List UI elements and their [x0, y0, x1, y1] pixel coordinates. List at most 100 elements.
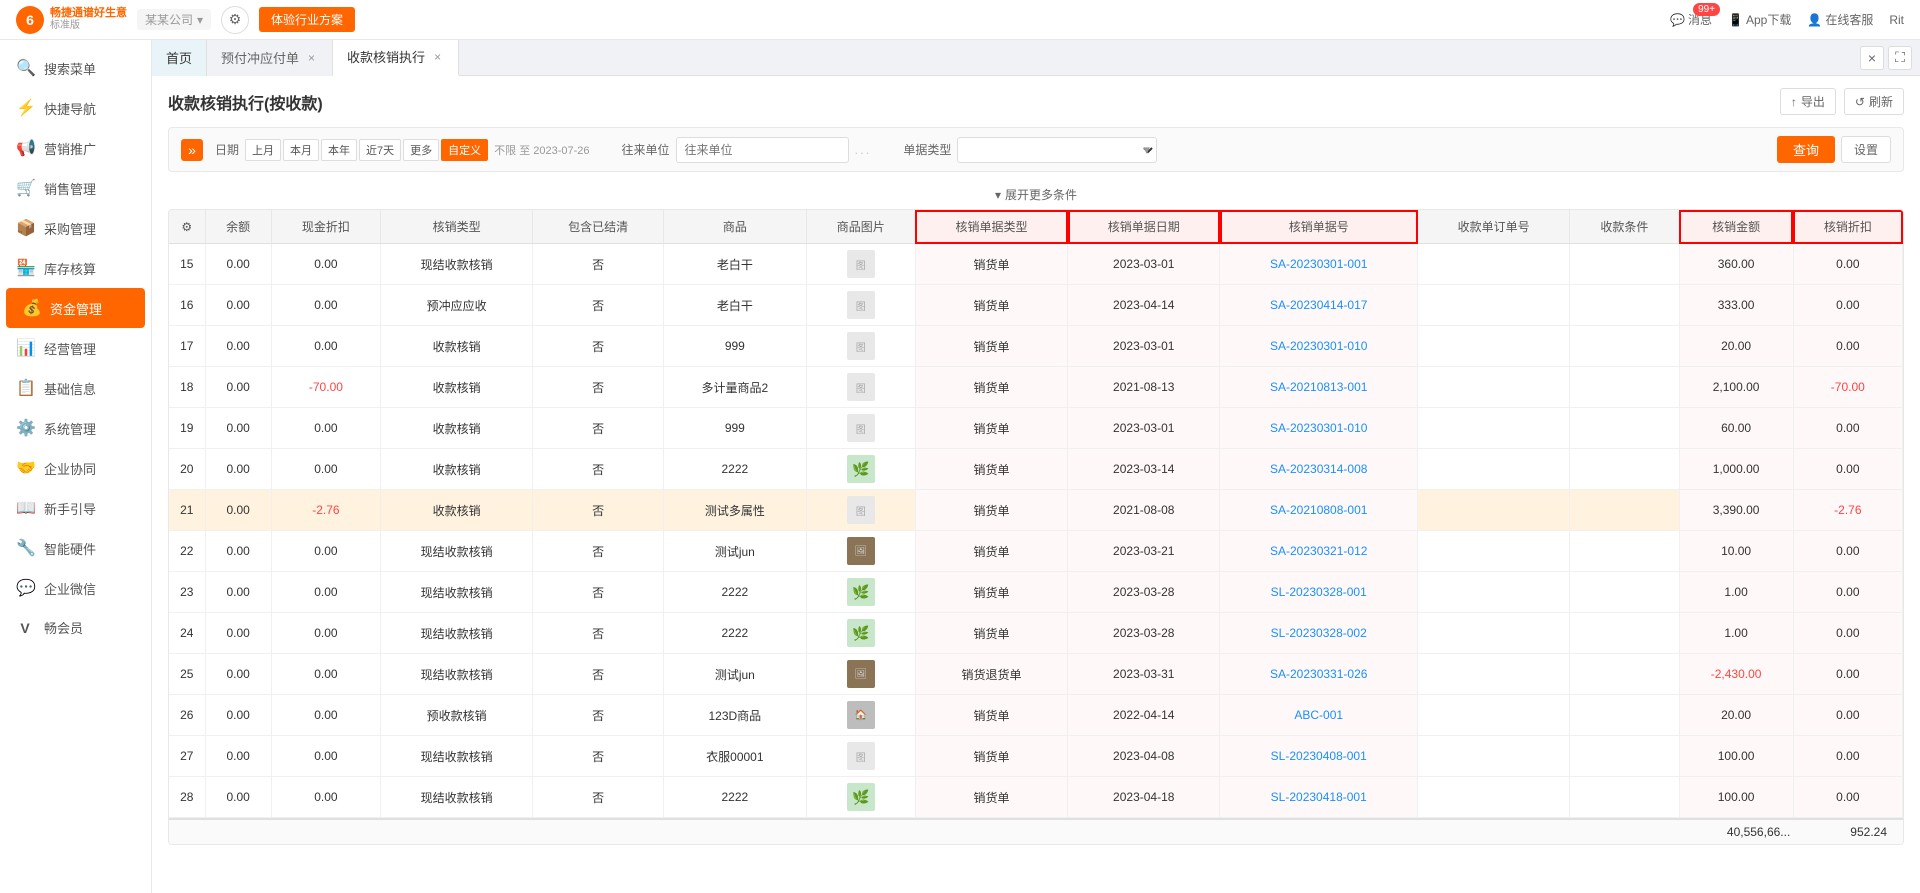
sidebar-item-system[interactable]: ⚙️ 系统管理 — [0, 408, 151, 448]
bill-no-link[interactable]: SA-20210808-001 — [1270, 503, 1367, 517]
partner-dots: ... — [855, 142, 872, 157]
row-cash-discount: 0.00 — [271, 613, 380, 654]
query-button[interactable]: 查询 — [1777, 136, 1835, 163]
row-bill-date: 2023-04-08 — [1068, 736, 1220, 777]
date-btn-this-month[interactable]: 本月 — [283, 139, 319, 161]
refresh-button[interactable]: ↺ 刷新 — [1844, 88, 1904, 115]
row-type: 收款核销 — [381, 449, 533, 490]
date-btn-this-year[interactable]: 本年 — [321, 139, 357, 161]
sidebar-item-guide[interactable]: 📖 新手引导 — [0, 488, 151, 528]
sidebar-item-inventory[interactable]: 🏪 库存核算 — [0, 248, 151, 288]
bill-no-link[interactable]: SL-20230408-001 — [1271, 749, 1367, 763]
table-wrapper[interactable]: ⚙ 余额 现金折扣 核销类型 包含已结清 商品 商品图片 核销单据类型 核销单据… — [168, 209, 1904, 845]
sidebar-item-wechat[interactable]: 💬 企业微信 — [0, 568, 151, 608]
sidebar-item-shortcut[interactable]: ⚡ 快捷导航 — [0, 88, 151, 128]
company-name: 某某公司 — [145, 11, 193, 28]
date-btn-more[interactable]: 更多 — [403, 139, 439, 161]
sidebar-label-collab: 企业协同 — [44, 459, 96, 478]
wechat-icon: 💬 — [16, 578, 34, 598]
sidebar-item-sales[interactable]: 🛒 销售管理 — [0, 168, 151, 208]
sidebar-item-finance[interactable]: 💰 资金管理 — [6, 288, 145, 328]
row-bill-date: 2021-08-13 — [1068, 367, 1220, 408]
col-settings[interactable]: ⚙ — [169, 210, 205, 244]
row-goods: 测试jun — [663, 531, 806, 572]
bill-no-link[interactable]: SA-20210813-001 — [1270, 380, 1367, 394]
date-btn-custom[interactable]: 自定义 — [441, 139, 488, 161]
row-order-no — [1418, 490, 1570, 531]
row-no: 20 — [169, 449, 205, 490]
billtype-select[interactable] — [957, 137, 1157, 163]
filter-bar: » 日期 上月 本月 本年 近7天 更多 自定义 不限 至 20 — [168, 127, 1904, 172]
tab-expand-button[interactable]: ⛶ — [1888, 46, 1912, 70]
sidebar-item-member[interactable]: V 畅会员 — [0, 608, 151, 647]
billtype-label: 单据类型 — [903, 141, 951, 158]
tab-close-all-button[interactable]: × — [1860, 46, 1884, 70]
tab-payment-close[interactable]: × — [431, 49, 444, 65]
tab-prepaid-close[interactable]: × — [305, 50, 318, 66]
user-profile[interactable]: Rit — [1889, 13, 1904, 27]
bill-no-link[interactable]: SA-20230321-012 — [1270, 544, 1367, 558]
row-amount: 333.00 — [1679, 285, 1793, 326]
row-bill-type: 销货单 — [915, 490, 1067, 531]
sidebar-item-basic[interactable]: 📋 基础信息 — [0, 368, 151, 408]
export-button[interactable]: ↑ 导出 — [1780, 88, 1836, 115]
date-range-display: 不限 至 2023-07-26 — [494, 142, 589, 158]
bill-no-link[interactable]: SA-20230301-010 — [1270, 339, 1367, 353]
row-included: 否 — [533, 408, 664, 449]
col-bill-no: 核销单据号 — [1220, 210, 1418, 244]
tab-bar: 首页 预付冲应付单 × 收款核销执行 × × ⛶ — [152, 40, 1920, 76]
industry-button[interactable]: 体验行业方案 — [259, 7, 355, 32]
sidebar-item-search[interactable]: 🔍 搜索菜单 — [0, 48, 151, 88]
date-btn-7days[interactable]: 近7天 — [359, 139, 401, 161]
app-download-button[interactable]: 📱 App下载 — [1728, 11, 1791, 28]
bill-no-link[interactable]: SA-20230301-001 — [1270, 257, 1367, 271]
bill-no-link[interactable]: ABC-001 — [1294, 708, 1343, 722]
tab-payment-verify[interactable]: 收款核销执行 × — [333, 40, 459, 76]
col-bill-type: 核销单据类型 — [915, 210, 1067, 244]
sidebar-item-marketing[interactable]: 📢 营销推广 — [0, 128, 151, 168]
date-btn-last-month[interactable]: 上月 — [245, 139, 281, 161]
bill-no-link[interactable]: SA-20230314-008 — [1270, 462, 1367, 476]
bill-no-link[interactable]: SA-20230331-026 — [1270, 667, 1367, 681]
sidebar: 🔍 搜索菜单 ⚡ 快捷导航 📢 营销推广 🛒 销售管理 📦 采购管理 🏪 库存核… — [0, 40, 152, 893]
goods-img: 图 — [847, 414, 875, 442]
partner-input[interactable] — [676, 137, 849, 163]
refresh-label: 刷新 — [1869, 93, 1893, 110]
sidebar-item-collab[interactable]: 🤝 企业协同 — [0, 448, 151, 488]
sidebar-item-purchase[interactable]: 📦 采购管理 — [0, 208, 151, 248]
sidebar-item-hardware[interactable]: 🔧 智能硬件 — [0, 528, 151, 568]
row-amount: 1.00 — [1679, 572, 1793, 613]
message-button[interactable]: 💬 消息 99+ — [1670, 11, 1712, 28]
online-service-button[interactable]: 👤 在线客服 — [1807, 11, 1873, 28]
filter-settings-button[interactable]: 设置 — [1841, 136, 1891, 163]
service-label: 在线客服 — [1825, 11, 1873, 28]
bill-no-link[interactable]: SL-20230418-001 — [1271, 790, 1367, 804]
settings-icon[interactable]: ⚙ — [221, 6, 249, 34]
bill-no-link[interactable]: SL-20230328-001 — [1271, 585, 1367, 599]
row-goods-img: 🏠 — [806, 695, 915, 736]
row-order-no — [1418, 736, 1570, 777]
tab-home[interactable]: 首页 — [152, 40, 207, 76]
row-cash-discount: 0.00 — [271, 736, 380, 777]
logo-text: 畅捷通谱好生意 — [50, 7, 127, 20]
bill-no-link[interactable]: SA-20230414-017 — [1270, 298, 1367, 312]
row-bill-no: SA-20210813-001 — [1220, 367, 1418, 408]
col-goods-img: 商品图片 — [806, 210, 915, 244]
row-cash-discount: 0.00 — [271, 285, 380, 326]
company-selector[interactable]: 某某公司 ▾ — [137, 9, 211, 30]
export-label: 导出 — [1801, 93, 1825, 110]
bill-no-link[interactable]: SL-20230328-002 — [1271, 626, 1367, 640]
row-type: 收款核销 — [381, 367, 533, 408]
goods-img: 图 — [847, 742, 875, 770]
top-bar-left: 6 畅捷通谱好生意 标准版 某某公司 ▾ ⚙ 体验行业方案 — [16, 6, 355, 34]
filter-expand-button[interactable]: » — [181, 139, 203, 161]
row-type: 收款核销 — [381, 408, 533, 449]
tab-prepaid[interactable]: 预付冲应付单 × — [207, 40, 333, 76]
row-goods: 2222 — [663, 613, 806, 654]
bill-no-link[interactable]: SA-20230301-010 — [1270, 421, 1367, 435]
sidebar-item-management[interactable]: 📊 经营管理 — [0, 328, 151, 368]
row-cash-discount: 0.00 — [271, 572, 380, 613]
row-goods: 2222 — [663, 572, 806, 613]
col-discount: 核销折扣 — [1793, 210, 1902, 244]
expand-more-button[interactable]: ▾ 展开更多条件 — [168, 186, 1904, 203]
